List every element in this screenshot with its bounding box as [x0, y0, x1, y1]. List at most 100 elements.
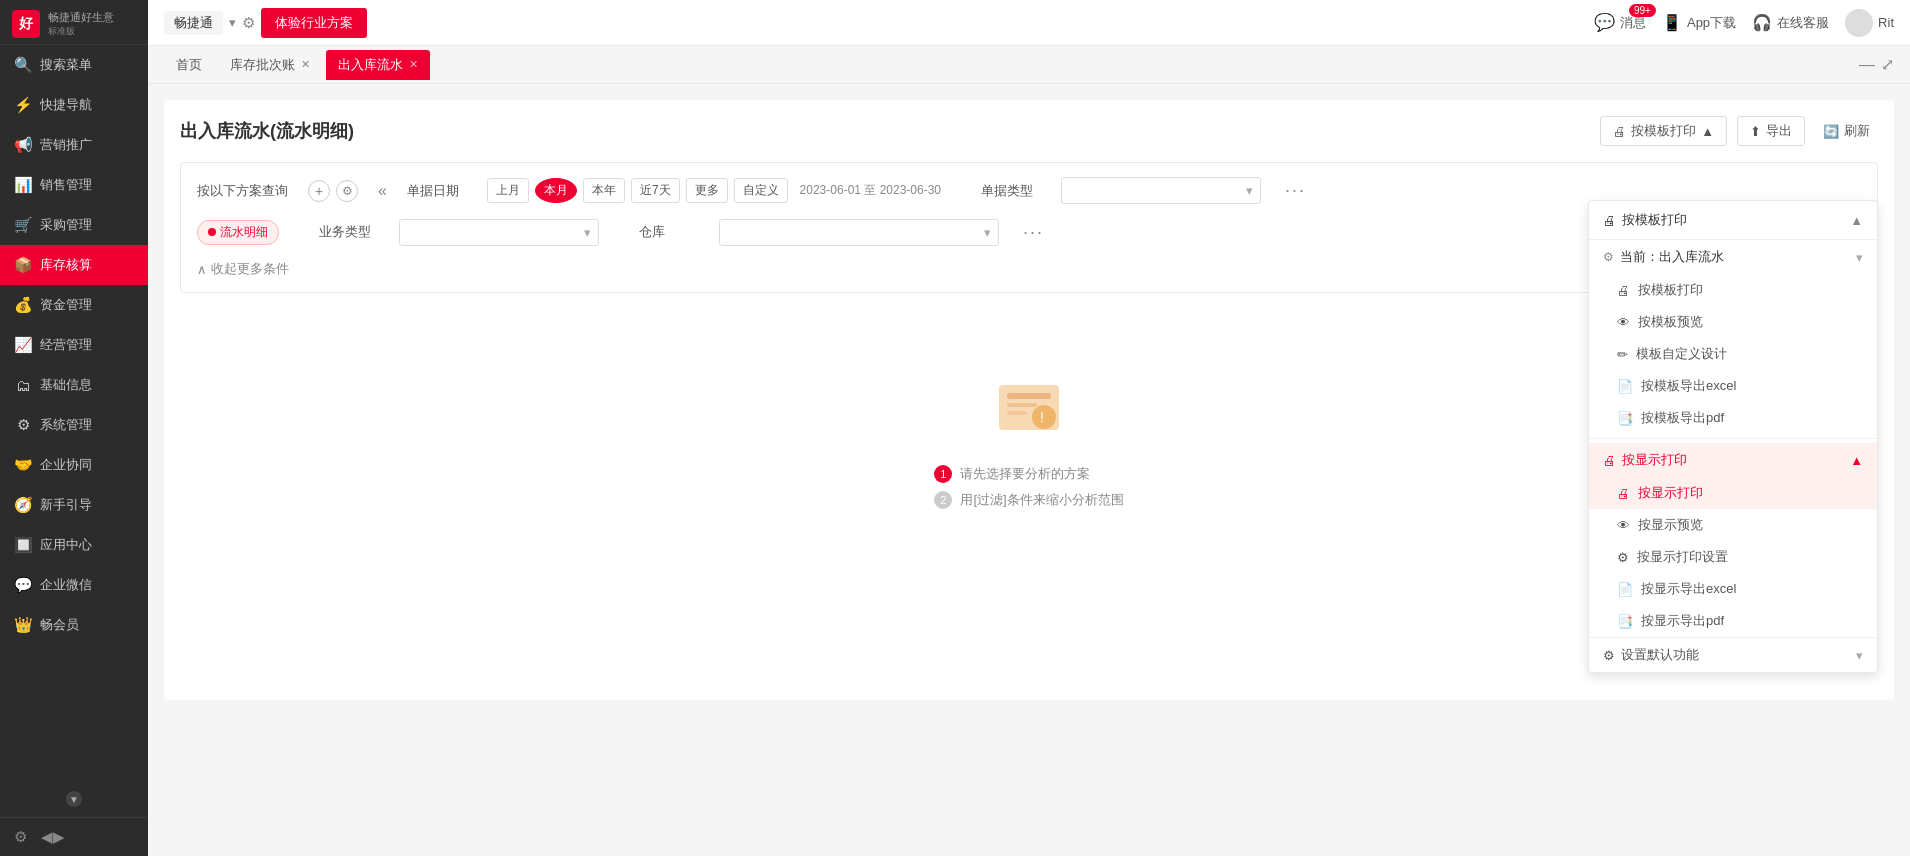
tab-expand-icon[interactable]: ⤢	[1881, 55, 1894, 74]
dp-header-chevron-up[interactable]: ▲	[1850, 213, 1863, 228]
sidebar-item-marketing[interactable]: 📢营销推广	[0, 125, 148, 165]
collapse-conditions-btn[interactable]: ∧ 收起更多条件	[197, 260, 289, 278]
dp-display-excel-icon: 📄	[1617, 582, 1633, 597]
collapse-chevron-up: ∧	[197, 262, 207, 277]
empty-illustration: !	[989, 365, 1069, 445]
step-1-num: 1	[934, 465, 952, 483]
filter-collapse-btn[interactable]: «	[378, 182, 387, 200]
dp-display-header-left: 🖨 按显示打印	[1603, 451, 1687, 469]
print-btn[interactable]: 🖨 按模板打印 ▲	[1600, 116, 1727, 146]
sidebar-logo: 好 畅捷通好生意 标准版	[0, 0, 148, 45]
sidebar-item-quicknav[interactable]: ⚡快捷导航	[0, 85, 148, 125]
app-icon: 📱	[1662, 13, 1682, 32]
tab-flow-label: 出入库流水	[338, 56, 403, 74]
date-btn-thismonth[interactable]: 本月	[535, 178, 577, 203]
refresh-btn[interactable]: 🔄 刷新	[1815, 117, 1878, 145]
sidebar-item-sales[interactable]: 📊销售管理	[0, 165, 148, 205]
app-download-btn[interactable]: 📱 App下载	[1662, 13, 1736, 32]
filter-settings-btn[interactable]: ⚙	[336, 180, 358, 202]
online-service-btn[interactable]: 🎧 在线客服	[1752, 13, 1829, 32]
tab-batch-close[interactable]: ✕	[301, 58, 310, 71]
sidebar-item-guide[interactable]: 🧭新手引导	[0, 485, 148, 525]
dp-item-display-preview[interactable]: 👁 按显示预览	[1589, 509, 1877, 541]
warehouse-more-btn[interactable]: ···	[1019, 222, 1048, 243]
dp-display-chevron-up[interactable]: ▲	[1850, 453, 1863, 468]
dp-item-template-pdf-label: 按模板导出pdf	[1641, 409, 1724, 427]
date-btn-custom[interactable]: 自定义	[734, 178, 788, 203]
dp-current-chevron[interactable]: ▾	[1856, 250, 1863, 265]
nav-label-finance: 资金管理	[40, 296, 92, 314]
sidebar-item-wechat[interactable]: 💬企业微信	[0, 565, 148, 605]
app-label: App下载	[1687, 14, 1736, 32]
sidebar-item-system[interactable]: ⚙系统管理	[0, 405, 148, 445]
dp-item-template-print[interactable]: 🖨 按模板打印	[1589, 274, 1877, 306]
dp-item-template-design[interactable]: ✏ 模板自定义设计	[1589, 338, 1877, 370]
tabs-bar: 首页 库存批次账 ✕ 出入库流水 ✕ — ⤢	[148, 46, 1910, 84]
tab-batch[interactable]: 库存批次账 ✕	[218, 50, 322, 80]
biz-type-select[interactable]	[399, 219, 599, 246]
step-1: 1 请先选择要分析的方案	[934, 461, 1123, 487]
tab-minimize-icon[interactable]: —	[1859, 56, 1875, 74]
dp-item-display-preview-label: 按显示预览	[1638, 516, 1703, 534]
dp-item-template-preview[interactable]: 👁 按模板预览	[1589, 306, 1877, 338]
avatar	[1845, 9, 1873, 37]
header-gear-icon[interactable]: ⚙	[242, 14, 255, 32]
filter-tag-flow[interactable]: 流水明细	[197, 220, 279, 245]
nav-icon-system: ⚙	[14, 416, 32, 434]
settings-icon[interactable]: ⚙	[14, 828, 27, 846]
sidebar: 好 畅捷通好生意 标准版 🔍搜索菜单⚡快捷导航📢营销推广📊销售管理🛒采购管理📦库…	[0, 0, 148, 856]
step-2-text: 用[过滤]条件来缩小分析范围	[960, 487, 1123, 513]
message-btn[interactable]: 💬 消息 99+	[1594, 12, 1646, 33]
dp-display-print-header[interactable]: 🖨 按显示打印 ▲	[1589, 443, 1877, 477]
sidebar-scroll-down[interactable]: ▼	[0, 781, 148, 817]
page-actions: 🖨 按模板打印 ▲ ⬆ 导出 🔄 刷新	[1600, 116, 1878, 146]
dp-item-display-print[interactable]: 🖨 按显示打印	[1589, 477, 1877, 509]
filter-add-btn[interactable]: +	[308, 180, 330, 202]
collapse-sidebar-icon[interactable]: ◀▶	[41, 828, 65, 846]
dp-footer[interactable]: ⚙ 设置默认功能 ▾	[1589, 637, 1877, 672]
username-dropdown-icon[interactable]: ▾	[229, 15, 236, 30]
logo-text-area: 畅捷通好生意 标准版	[48, 10, 114, 38]
trial-btn[interactable]: 体验行业方案	[261, 8, 367, 38]
dp-footer-chevron: ▾	[1856, 648, 1863, 663]
date-btn-more[interactable]: 更多	[686, 178, 728, 203]
nav-label-purchase: 采购管理	[40, 216, 92, 234]
date-btn-lastmonth[interactable]: 上月	[487, 178, 529, 203]
date-btn-7days[interactable]: 近7天	[631, 178, 680, 203]
dp-display-print-title: 按显示打印	[1622, 451, 1687, 469]
username-display[interactable]: 畅捷通	[164, 11, 223, 35]
warehouse-select[interactable]	[719, 219, 999, 246]
sidebar-item-inventory[interactable]: 📦库存核算	[0, 245, 148, 285]
type-select[interactable]	[1061, 177, 1261, 204]
sidebar-item-purchase[interactable]: 🛒采购管理	[0, 205, 148, 245]
sidebar-item-vip[interactable]: 👑畅会员	[0, 605, 148, 645]
tab-flow-close[interactable]: ✕	[409, 58, 418, 71]
dp-item-template-pdf[interactable]: 📑 按模板导出pdf	[1589, 402, 1877, 434]
sidebar-item-search[interactable]: 🔍搜索菜单	[0, 45, 148, 85]
export-btn[interactable]: ⬆ 导出	[1737, 116, 1805, 146]
dp-item-display-excel[interactable]: 📄 按显示导出excel	[1589, 573, 1877, 605]
sidebar-item-basic[interactable]: 🗂基础信息	[0, 365, 148, 405]
tab-home[interactable]: 首页	[164, 50, 214, 80]
scroll-down-btn[interactable]: ▼	[66, 791, 82, 807]
sidebar-item-apps[interactable]: 🔲应用中心	[0, 525, 148, 565]
dp-item-template-excel[interactable]: 📄 按模板导出excel	[1589, 370, 1877, 402]
sidebar-nav: 🔍搜索菜单⚡快捷导航📢营销推广📊销售管理🛒采购管理📦库存核算 💰 资金管理 📈经营管理…	[0, 45, 148, 781]
dp-item-display-pdf[interactable]: 📑 按显示导出pdf	[1589, 605, 1877, 637]
dp-current-left: ⚙ 当前：出入库流水	[1603, 248, 1724, 266]
sidebar-item-corp[interactable]: 🤝企业协同	[0, 445, 148, 485]
sidebar-item-operations[interactable]: 📈经营管理	[0, 325, 148, 365]
sidebar-item-finance[interactable]: 💰 资金管理	[0, 285, 148, 325]
nav-icon-finance: 💰	[14, 296, 32, 314]
user-profile-btn[interactable]: Rit	[1845, 9, 1894, 37]
dp-display-print-icon: 🖨	[1603, 453, 1616, 468]
svg-rect-3	[1007, 411, 1027, 415]
tab-flow[interactable]: 出入库流水 ✕	[326, 50, 430, 80]
nav-label-corp: 企业协同	[40, 456, 92, 474]
filter-add-btns: + ⚙	[308, 180, 358, 202]
dp-item-display-settings[interactable]: ⚙ 按显示打印设置	[1589, 541, 1877, 573]
type-filter-more-btn[interactable]: ···	[1281, 180, 1310, 201]
service-icon: 🎧	[1752, 13, 1772, 32]
date-btn-thisyear[interactable]: 本年	[583, 178, 625, 203]
dp-item-display-print-label: 按显示打印	[1638, 484, 1703, 502]
